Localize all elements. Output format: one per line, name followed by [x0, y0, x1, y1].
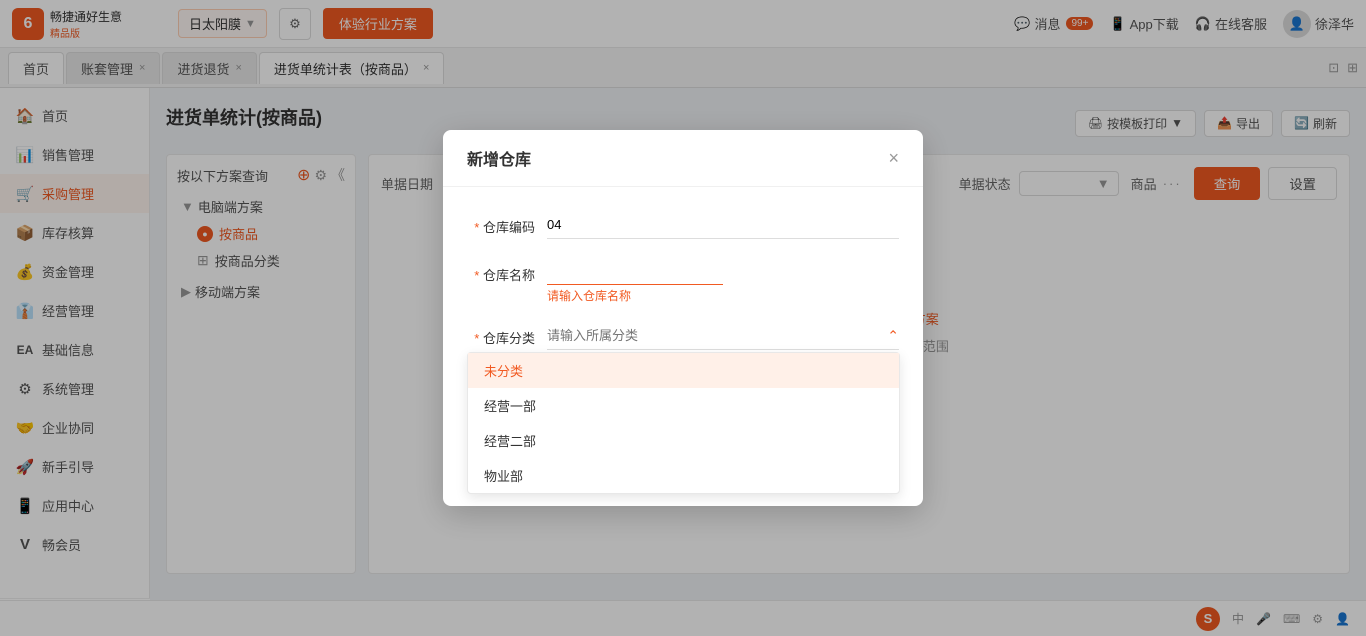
- modal-title: 新增仓库: [467, 146, 531, 170]
- category-input[interactable]: [547, 322, 899, 350]
- name-row: * 仓库名称 请输入仓库名称: [467, 257, 899, 304]
- category-row: * 仓库分类 ⌃ 未分类 经营一部 经营二部 物业部: [467, 322, 899, 350]
- dropdown-item-dept1[interactable]: 经营一部: [468, 388, 899, 423]
- new-warehouse-modal: 新增仓库 × * 仓库编码 * 仓库名称 请输入仓库名称: [443, 130, 923, 506]
- dropdown-item-uncategorized[interactable]: 未分类: [468, 353, 899, 388]
- category-label: * 仓库分类: [467, 322, 547, 347]
- code-label: * 仓库编码: [467, 211, 547, 236]
- category-select-container: ⌃ 未分类 经营一部 经营二部 物业部: [547, 322, 899, 350]
- modal-overlay: 新增仓库 × * 仓库编码 * 仓库名称 请输入仓库名称: [0, 0, 1366, 636]
- category-arrow-icon[interactable]: ⌃: [887, 328, 899, 345]
- code-input[interactable]: [547, 211, 899, 239]
- code-row: * 仓库编码: [467, 211, 899, 239]
- modal-header: 新增仓库 ×: [443, 130, 923, 187]
- dropdown-item-dept3[interactable]: 物业部: [468, 458, 899, 493]
- name-input[interactable]: [547, 257, 723, 285]
- category-dropdown: 未分类 经营一部 经营二部 物业部: [467, 352, 900, 494]
- modal-body: * 仓库编码 * 仓库名称 请输入仓库名称 * 仓库分类: [443, 187, 923, 438]
- name-label: * 仓库名称: [467, 259, 547, 284]
- modal-close-button[interactable]: ×: [888, 148, 899, 169]
- dropdown-item-dept2[interactable]: 经营二部: [468, 423, 899, 458]
- name-error-hint: 请输入仓库名称: [547, 287, 631, 304]
